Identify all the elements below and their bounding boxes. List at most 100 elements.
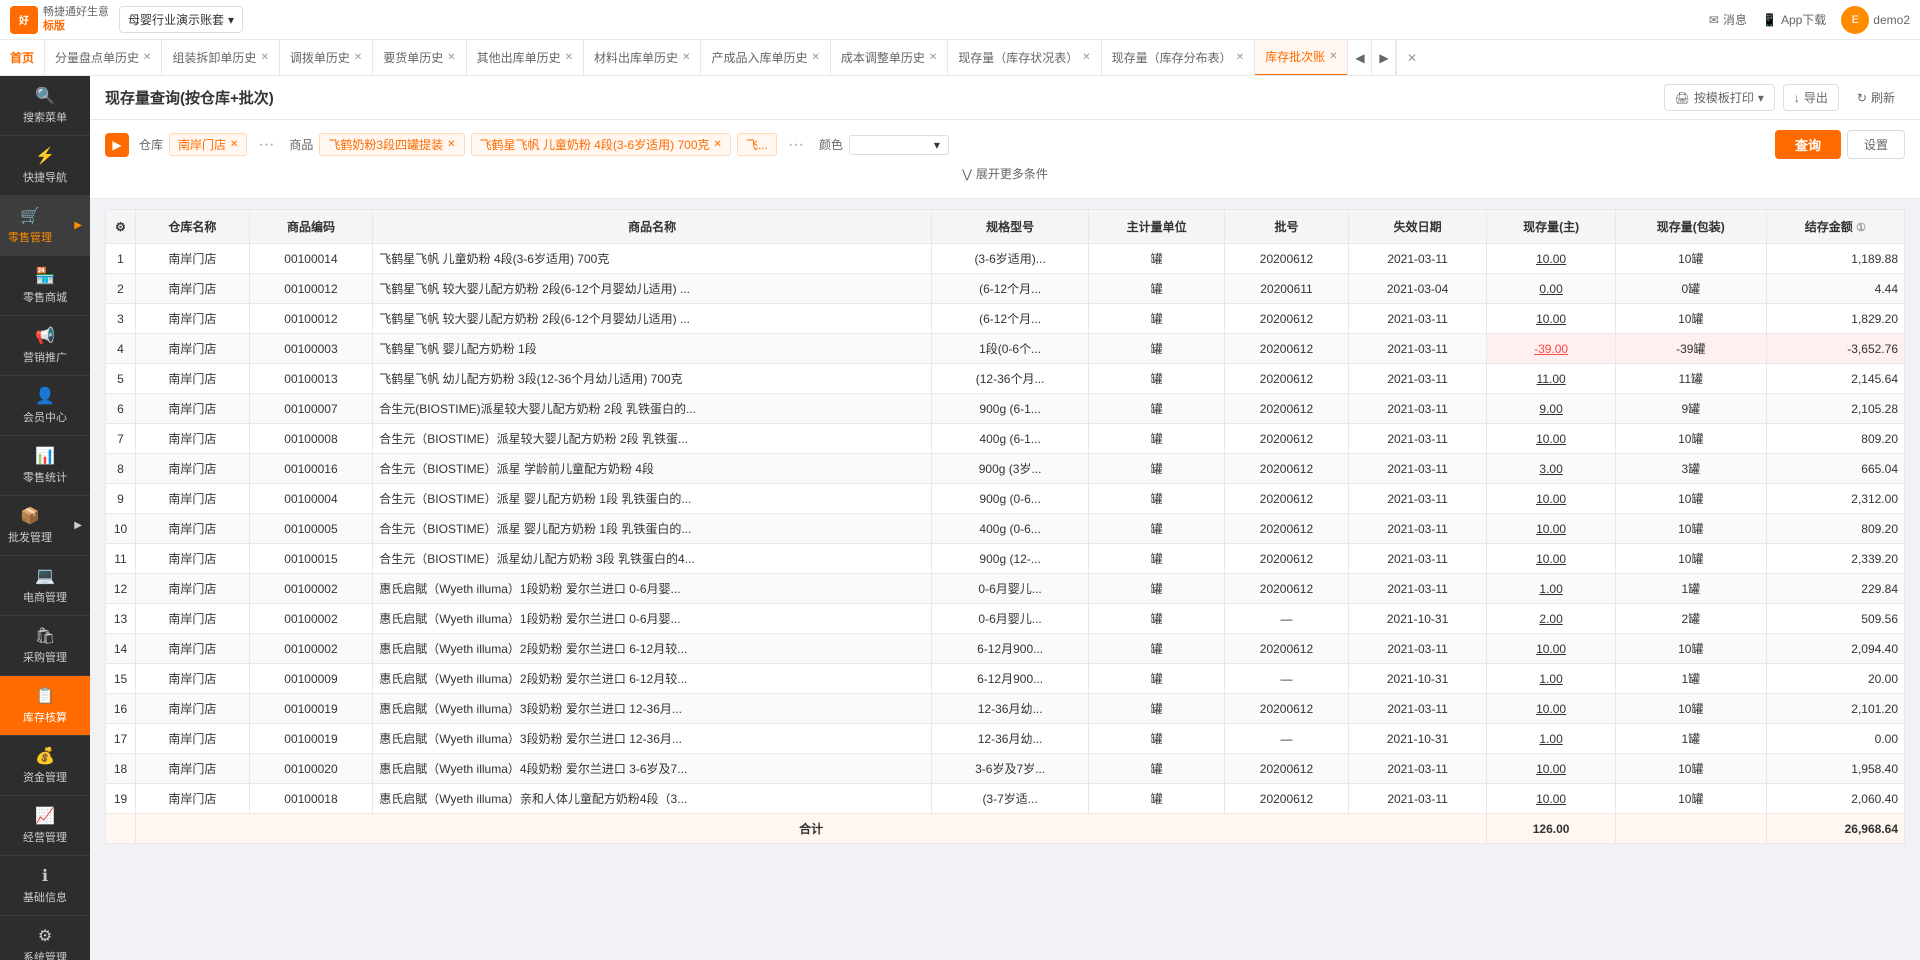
row-qty-main[interactable]: 3.00 <box>1487 454 1616 484</box>
table-row: 15 南岸门店 00100009 惠氏启賦（Wyeth illuma）2段奶粉 … <box>106 664 1905 694</box>
row-qty-main[interactable]: 10.00 <box>1487 424 1616 454</box>
info-icon[interactable]: ① <box>1856 222 1866 234</box>
close-icon[interactable]: ✕ <box>565 52 573 63</box>
nav-right-arrow[interactable]: ▶ <box>1372 40 1396 76</box>
row-qty-main[interactable]: 10.00 <box>1487 514 1616 544</box>
row-qty-pkg: 10罐 <box>1615 784 1766 814</box>
sidebar-item-member[interactable]: 👤 会员中心 <box>0 376 90 436</box>
close-icon[interactable]: ✕ <box>260 52 268 63</box>
tab-active[interactable]: 库存批次账 ✕ <box>1255 40 1348 76</box>
sidebar-item-management[interactable]: 📈 经营管理 <box>0 796 90 856</box>
row-qty-main[interactable]: 10.00 <box>1487 484 1616 514</box>
th-settings[interactable]: ⚙ <box>106 210 136 244</box>
close-icon[interactable]: ✕ <box>447 52 455 63</box>
row-expire: 2021-03-11 <box>1348 754 1487 784</box>
row-name: 惠氏启賦（Wyeth illuma）2段奶粉 爱尔兰进口 6-12月较... <box>373 634 932 664</box>
tab-10[interactable]: 现存量（库存分布表） ✕ <box>1102 40 1255 76</box>
close-icon[interactable]: ✕ <box>354 52 362 63</box>
export-icon: ↓ <box>1794 91 1800 105</box>
member-icon: 👤 <box>35 386 55 406</box>
row-qty-main[interactable]: 10.00 <box>1487 784 1616 814</box>
product-tag-more[interactable]: 飞... <box>737 133 777 156</box>
close-icon[interactable]: ✕ <box>1236 52 1244 63</box>
product-more[interactable]: ··· <box>783 136 809 154</box>
expand-more-btn[interactable]: ⋁ 展开更多条件 <box>105 159 1905 188</box>
filter-area: ▶ 仓库 南岸门店 ✕ ··· 商品 飞鹤奶粉3段四罐提装 ✕ <box>90 120 1920 199</box>
warehouse-tag-del[interactable]: ✕ <box>230 139 238 150</box>
row-qty-main[interactable]: 10.00 <box>1487 694 1616 724</box>
tab-home[interactable]: 首页 <box>0 40 45 76</box>
row-qty-main[interactable]: 10.00 <box>1487 634 1616 664</box>
sidebar-item-basic[interactable]: ℹ 基础信息 <box>0 856 90 916</box>
settings-button[interactable]: 设置 <box>1847 130 1905 159</box>
sidebar-item-store[interactable]: 🏪 零售商城 <box>0 256 90 316</box>
sidebar-item-system[interactable]: ⚙ 系统管理 <box>0 916 90 960</box>
export-btn[interactable]: ↓ 导出 <box>1783 84 1839 111</box>
row-qty-main[interactable]: 10.00 <box>1487 754 1616 784</box>
sidebar-item-retail-stats[interactable]: 📊 零售统计 <box>0 436 90 496</box>
tab-4[interactable]: 要货单历史 ✕ <box>373 40 466 76</box>
row-spec: 900g (12-... <box>932 544 1089 574</box>
account-selector[interactable]: 母婴行业演示账套 ▾ <box>119 6 243 33</box>
app-download-btn[interactable]: 📱 App下载 <box>1762 11 1826 28</box>
sidebar-item-purchase[interactable]: 🛍 采购管理 <box>0 616 90 676</box>
row-qty-pkg: 10罐 <box>1615 484 1766 514</box>
row-no: 18 <box>106 754 136 784</box>
row-qty-main[interactable]: 9.00 <box>1487 394 1616 424</box>
close-icon[interactable]: ✕ <box>143 52 151 63</box>
row-qty-main[interactable]: 10.00 <box>1487 544 1616 574</box>
user-area[interactable]: E demo2 <box>1841 6 1910 34</box>
product-tag2-del[interactable]: ✕ <box>714 139 722 150</box>
close-icon[interactable]: ✕ <box>1329 51 1337 62</box>
sidebar-item-ecommerce[interactable]: 💻 电商管理 <box>0 556 90 616</box>
close-icon[interactable]: ✕ <box>1082 52 1090 63</box>
row-warehouse: 南岸门店 <box>136 544 250 574</box>
row-qty-pkg: 10罐 <box>1615 754 1766 784</box>
tab-5[interactable]: 其他出库单历史 ✕ <box>467 40 584 76</box>
sidebar-item-marketing[interactable]: 📢 营销推广 <box>0 316 90 376</box>
total-label-text: 合计 <box>136 814 1487 844</box>
sidebar-item-finance[interactable]: 💰 资金管理 <box>0 736 90 796</box>
row-qty-main[interactable]: 11.00 <box>1487 364 1616 394</box>
message-btn[interactable]: ✉ 消息 <box>1709 11 1747 28</box>
row-qty-main[interactable]: -39.00 <box>1487 334 1616 364</box>
row-batch: 20200612 <box>1225 544 1349 574</box>
tab-7[interactable]: 产成品入库单历史 ✕ <box>701 40 830 76</box>
close-icon[interactable]: ✕ <box>811 52 819 63</box>
close-all-tabs[interactable]: ✕ <box>1396 40 1426 76</box>
product-tag-2[interactable]: 飞鹤星飞帆 儿童奶粉 4段(3-6岁适用) 700克 ✕ <box>471 133 731 156</box>
product-tag1-del[interactable]: ✕ <box>447 139 455 150</box>
row-qty-main[interactable]: 10.00 <box>1487 244 1616 274</box>
row-name: 合生元（BIOSTIME）派星 婴儿配方奶粉 1段 乳铁蛋白的... <box>373 514 932 544</box>
tab-2[interactable]: 组装拆卸单历史 ✕ <box>162 40 279 76</box>
product-tag-1[interactable]: 飞鹤奶粉3段四罐提装 ✕ <box>319 133 464 156</box>
refresh-btn[interactable]: ↻ 刷新 <box>1847 85 1905 110</box>
row-qty-main[interactable]: 10.00 <box>1487 304 1616 334</box>
sidebar-item-search[interactable]: 🔍 搜索菜单 <box>0 76 90 136</box>
row-qty-main[interactable]: 0.00 <box>1487 274 1616 304</box>
row-qty-main[interactable]: 2.00 <box>1487 604 1616 634</box>
color-dropdown[interactable]: ▾ <box>849 135 949 155</box>
tab-3[interactable]: 调拨单历史 ✕ <box>280 40 373 76</box>
row-name: 惠氏启賦（Wyeth illuma）4段奶粉 爱尔兰进口 3-6岁及7... <box>373 754 932 784</box>
warehouse-more[interactable]: ··· <box>253 136 279 154</box>
row-qty-main[interactable]: 1.00 <box>1487 574 1616 604</box>
filter-expand-btn[interactable]: ▶ <box>105 133 129 157</box>
sidebar-item-wholesale[interactable]: 📦 批发管理 ▶ <box>0 496 90 556</box>
sidebar-item-quicknav[interactable]: ⚡ 快捷导航 <box>0 136 90 196</box>
close-icon[interactable]: ✕ <box>682 52 690 63</box>
row-qty-main[interactable]: 1.00 <box>1487 664 1616 694</box>
warehouse-tag[interactable]: 南岸门店 ✕ <box>169 133 247 156</box>
tab-9[interactable]: 现存量（库存状况表） ✕ <box>948 40 1101 76</box>
nav-left-arrow[interactable]: ◀ <box>1348 40 1372 76</box>
sidebar-item-inventory[interactable]: 📋 库存核算 <box>0 676 90 736</box>
row-qty-pkg: 10罐 <box>1615 304 1766 334</box>
tab-6[interactable]: 材料出库单历史 ✕ <box>584 40 701 76</box>
sidebar-item-retail[interactable]: 🛒 零售管理 ▶ <box>0 196 90 256</box>
tab-8[interactable]: 成本调整单历史 ✕ <box>831 40 948 76</box>
row-qty-main[interactable]: 1.00 <box>1487 724 1616 754</box>
query-button[interactable]: 查询 <box>1775 130 1841 159</box>
tab-1[interactable]: 分量盘点单历史 ✕ <box>45 40 162 76</box>
close-icon[interactable]: ✕ <box>929 52 937 63</box>
print-btn[interactable]: 🖨 按模板打印 ▾ <box>1664 84 1775 111</box>
